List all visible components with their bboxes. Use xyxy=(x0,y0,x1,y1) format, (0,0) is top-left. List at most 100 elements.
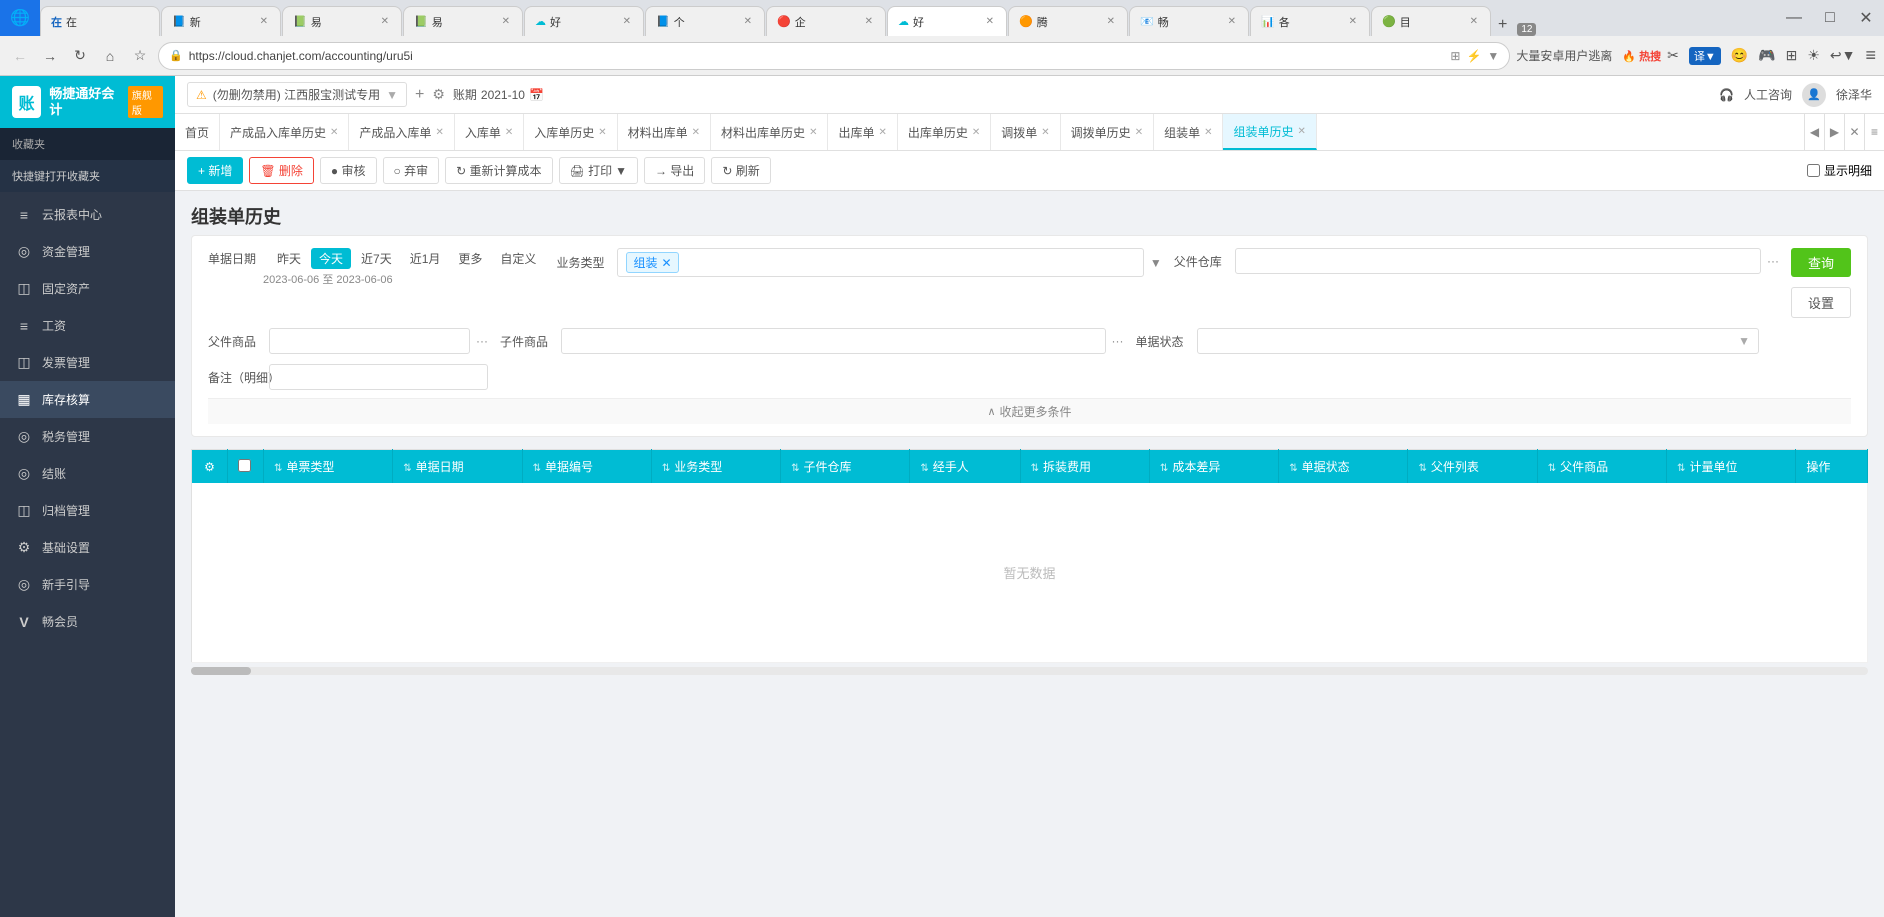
date-option-more[interactable]: 更多 xyxy=(450,248,490,269)
tab-close-prod-in-hist[interactable]: ✕ xyxy=(330,127,338,138)
sidebar-item-guide[interactable]: ◎ 新手引导 xyxy=(0,566,175,603)
col-disassemble-fee[interactable]: ⇅拆装费用 xyxy=(1020,450,1149,484)
sidebar-item-settlement[interactable]: ◎ 结账 xyxy=(0,455,175,492)
collapse-button[interactable]: ∧ 收起更多条件 xyxy=(208,398,1851,424)
tab-close-prod-in[interactable]: ✕ xyxy=(435,127,443,138)
tab-assemble-history[interactable]: 组装单历史 ✕ xyxy=(1223,114,1316,150)
note-input[interactable] xyxy=(269,364,488,390)
maximize-button[interactable]: □ xyxy=(1812,0,1848,36)
tab-material-out[interactable]: 材料出库单 ✕ xyxy=(618,114,711,150)
translate-icon[interactable]: 译▼ xyxy=(1689,47,1721,65)
reload-button[interactable]: ↻ xyxy=(68,44,92,68)
tab-close-out-hist[interactable]: ✕ xyxy=(972,127,980,138)
tab-11[interactable]: 🟢 目 ✕ xyxy=(1371,6,1491,36)
gear-icon[interactable]: ⚙ xyxy=(432,86,445,103)
tab-production-in[interactable]: 产成品入库单 ✕ xyxy=(349,114,454,150)
tab-9[interactable]: 📧 畅 ✕ xyxy=(1129,6,1249,36)
tab-close-10[interactable]: ✕ xyxy=(1347,15,1359,28)
sidebar-item-inventory[interactable]: ▦ 库存核算 xyxy=(0,381,175,418)
close-button[interactable]: ✕ xyxy=(1848,0,1884,36)
tab-close-assemble[interactable]: ✕ xyxy=(1204,127,1212,138)
child-goods-more[interactable]: ··· xyxy=(1112,334,1124,348)
col-handler[interactable]: ⇅经手人 xyxy=(910,450,1020,484)
sidebar-item-tax[interactable]: ◎ 税务管理 xyxy=(0,418,175,455)
url-bar[interactable]: 🔒 https://cloud.chanjet.com/accounting/u… xyxy=(158,42,1510,70)
tab-out-order[interactable]: 出库单 ✕ xyxy=(828,114,897,150)
menu-icon[interactable]: ≡ xyxy=(1865,45,1876,66)
tab-close-mat-out-hist[interactable]: ✕ xyxy=(809,127,817,138)
parent-goods-more[interactable]: ··· xyxy=(476,334,488,348)
tab-scroll-right[interactable]: ▶ xyxy=(1824,114,1844,150)
col-date[interactable]: ⇅单据日期 xyxy=(393,450,522,484)
business-type-dropdown[interactable]: ▼ xyxy=(1150,256,1162,270)
date-option-1month[interactable]: 近1月 xyxy=(402,248,449,269)
col-parent-goods[interactable]: ⇅父件商品 xyxy=(1537,450,1666,484)
sidebar-item-invoice[interactable]: ◫ 发票管理 xyxy=(0,344,175,381)
col-type[interactable]: ⇅单票类型 xyxy=(264,450,393,484)
game-icon[interactable]: 🎮 xyxy=(1758,47,1775,64)
scrollbar-track[interactable] xyxy=(191,667,1868,675)
calendar-icon[interactable]: 📅 xyxy=(529,88,544,102)
bookmark-button[interactable]: ☆ xyxy=(128,44,152,68)
tab-close-8[interactable]: ✕ xyxy=(1105,15,1117,28)
date-option-custom[interactable]: 自定义 xyxy=(492,248,544,269)
horizontal-scrollbar[interactable] xyxy=(191,667,1868,679)
col-cost-diff[interactable]: ⇅成本差异 xyxy=(1149,450,1278,484)
col-settings[interactable]: ⚙ xyxy=(192,450,228,484)
col-number[interactable]: ⇅单据编号 xyxy=(522,450,651,484)
sidebar-item-payroll[interactable]: ≡ 工资 xyxy=(0,307,175,344)
tab-6[interactable]: 🔴 企 ✕ xyxy=(766,6,886,36)
tab-count-badge[interactable]: 12 xyxy=(1517,23,1536,36)
sidebar-item-settings[interactable]: ⚙ 基础设置 xyxy=(0,529,175,566)
audit-button[interactable]: ● 审核 xyxy=(320,157,377,184)
date-option-yesterday[interactable]: 昨天 xyxy=(269,248,309,269)
business-type-tag-close[interactable]: ✕ xyxy=(661,256,671,270)
parent-goods-input[interactable] xyxy=(269,328,470,354)
export-button[interactable]: → 导出 xyxy=(644,157,705,184)
sidebar-item-fund[interactable]: ◎ 资金管理 xyxy=(0,233,175,270)
col-child-warehouse[interactable]: ⇅子件仓库 xyxy=(781,450,910,484)
tab-adjust-history[interactable]: 调拨单历史 ✕ xyxy=(1061,114,1154,150)
sidebar-item-fixed-assets[interactable]: ◫ 固定资产 xyxy=(0,270,175,307)
sun-icon[interactable]: ☀ xyxy=(1807,47,1820,64)
tab-close-6[interactable]: ✕ xyxy=(863,15,875,28)
tab-close-assemble-hist[interactable]: ✕ xyxy=(1298,126,1306,137)
tab-close-11[interactable]: ✕ xyxy=(1468,15,1480,28)
tab-close-9[interactable]: ✕ xyxy=(1226,15,1238,28)
tab-close-7[interactable]: ✕ xyxy=(984,15,996,28)
tab-more-menu[interactable]: ≡ xyxy=(1864,114,1884,150)
tab-3[interactable]: 📗 易 ✕ xyxy=(403,6,523,36)
company-selector[interactable]: ⚠ (勿删勿禁用) 江西服宝测试专用 ▼ xyxy=(187,82,407,107)
scrollbar-thumb[interactable] xyxy=(191,667,251,675)
show-detail-checkbox[interactable] xyxy=(1807,164,1820,177)
tab-close-in-hist[interactable]: ✕ xyxy=(598,127,606,138)
scissors-icon[interactable]: ✂ xyxy=(1667,47,1679,64)
tab-7[interactable]: ☁ 好 ✕ xyxy=(887,6,1007,36)
set-button[interactable]: 设置 xyxy=(1791,287,1851,318)
back-button[interactable]: ← xyxy=(8,44,32,68)
tab-close-adjust-hist[interactable]: ✕ xyxy=(1135,127,1143,138)
tab-1[interactable]: 📘 新 ✕ xyxy=(161,6,281,36)
undo-icon[interactable]: ↩▼ xyxy=(1830,47,1856,64)
forward-button[interactable]: → xyxy=(38,44,62,68)
tab-home[interactable]: 首页 xyxy=(175,114,220,150)
lightning-icon[interactable]: ⚡ xyxy=(1466,49,1481,63)
grid-icon[interactable]: ⊞ xyxy=(1450,49,1460,63)
tab-close-all[interactable]: ✕ xyxy=(1844,114,1864,150)
select-all-checkbox[interactable] xyxy=(238,459,251,472)
business-type-input[interactable]: 组装 ✕ xyxy=(617,248,1143,277)
tab-close-4[interactable]: ✕ xyxy=(621,15,633,28)
tab-adjust[interactable]: 调拨单 ✕ xyxy=(991,114,1060,150)
print-button[interactable]: 🖨 打印 ▼ xyxy=(559,157,638,184)
refresh-button[interactable]: ↻ 刷新 xyxy=(711,157,770,184)
tab-close-5[interactable]: ✕ xyxy=(742,15,754,28)
tab-4[interactable]: ☁ 好 ✕ xyxy=(524,6,644,36)
tab-close-mat-out[interactable]: ✕ xyxy=(692,127,700,138)
child-goods-input[interactable] xyxy=(561,328,1106,354)
sidebar-item-member[interactable]: V 畅会员 xyxy=(0,603,175,640)
sidebar-item-archive[interactable]: ◫ 归档管理 xyxy=(0,492,175,529)
tab-zaizai[interactable]: 在 在 xyxy=(40,6,160,36)
tab-5[interactable]: 📘 个 ✕ xyxy=(645,6,765,36)
parent-warehouse-more[interactable]: ··· xyxy=(1767,254,1779,268)
new-tab-button[interactable]: + xyxy=(1492,14,1513,36)
